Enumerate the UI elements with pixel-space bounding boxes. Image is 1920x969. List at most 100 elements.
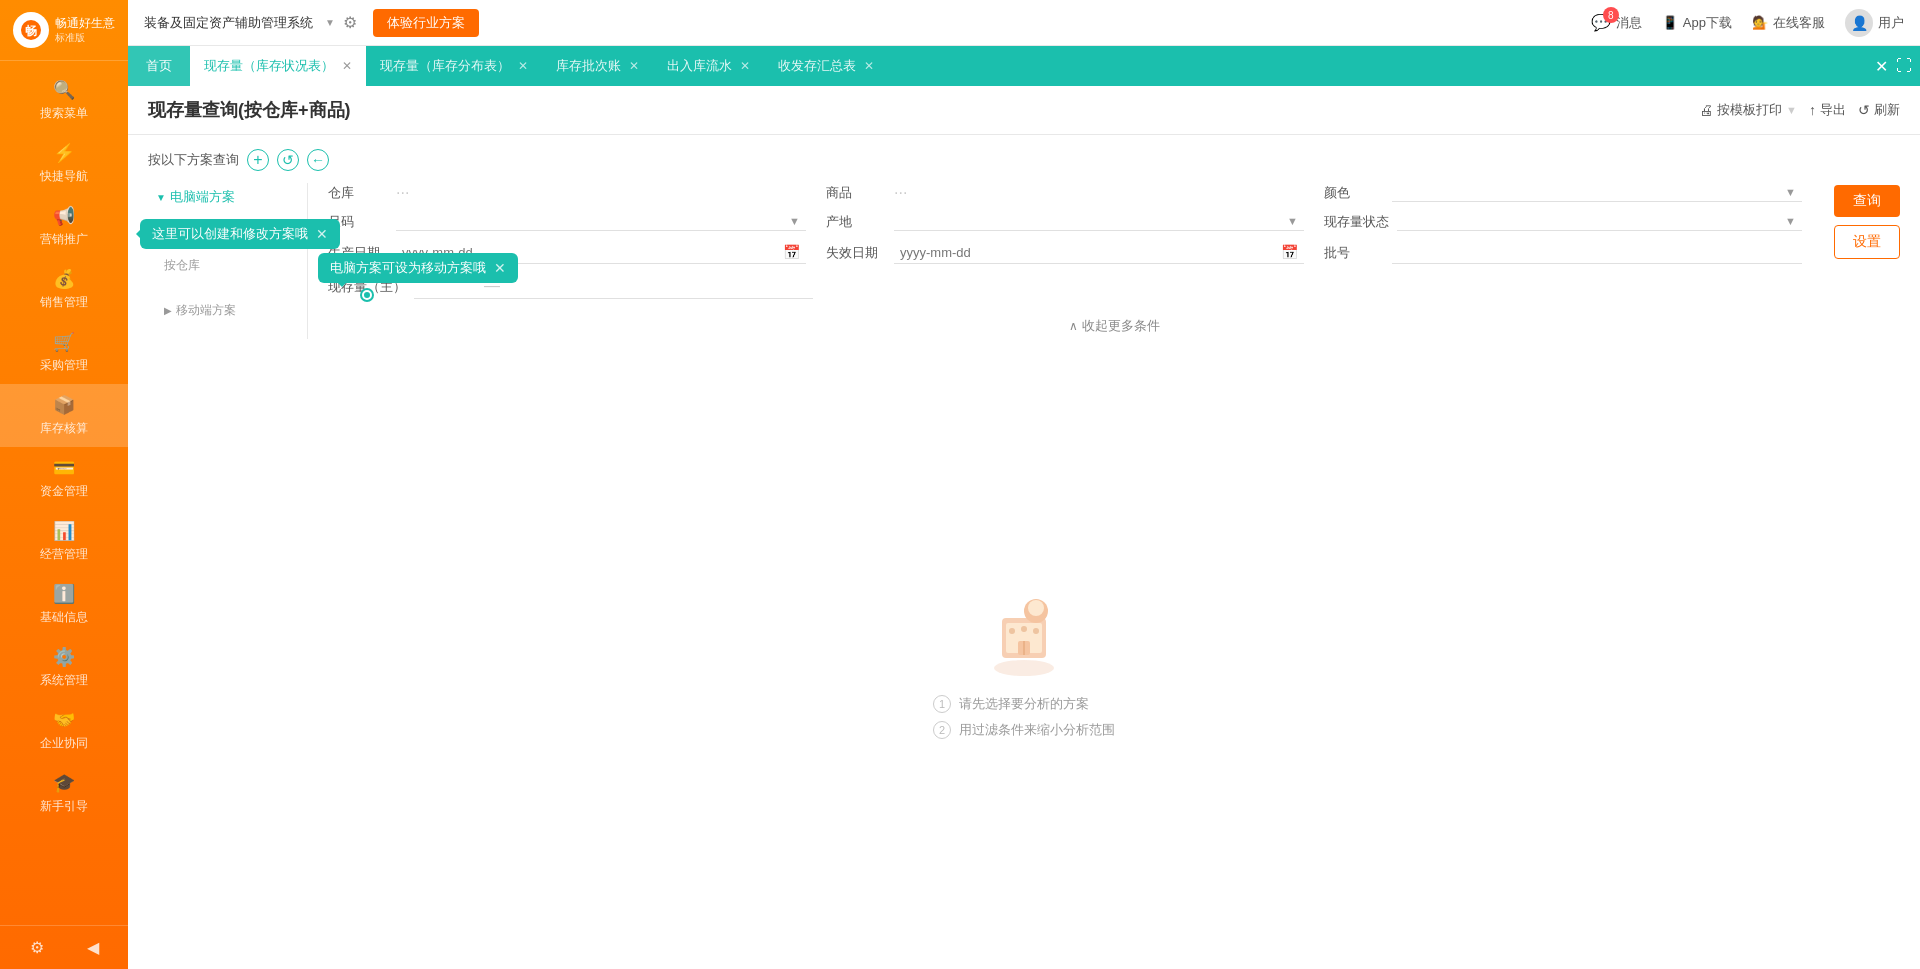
tab-summary[interactable]: 收发存汇总表 ✕: [764, 46, 888, 86]
filter-back-btn[interactable]: ←: [307, 149, 329, 171]
filter-collapse-btn[interactable]: ∧ 收起更多条件: [1069, 317, 1160, 335]
exp-date-input[interactable]: [900, 245, 1281, 260]
exp-date-calendar-icon[interactable]: 📅: [1281, 244, 1298, 260]
empty-step1-text: 请先选择要分析的方案: [959, 695, 1089, 713]
user-btn[interactable]: 👤 用户: [1845, 9, 1904, 37]
inventory-icon: 📦: [53, 394, 75, 416]
purchase-icon: 🛒: [53, 331, 75, 353]
scheme-mobile-label: 移动端方案: [176, 302, 236, 319]
filter-field-warehouse: 仓库 ···: [328, 183, 806, 202]
sidebar-item-guide[interactable]: 🎓 新手引导: [0, 762, 128, 825]
settings-bottom-btn[interactable]: ⚙: [30, 938, 44, 957]
connector-dot-wrapper: [362, 290, 372, 300]
scheme-mobile-item[interactable]: ▶ 移动端方案: [148, 298, 299, 323]
topbar: 装备及固定资产辅助管理系统 ▼ ⚙ 体验行业方案 💬 8 消息 📱 App下载 …: [128, 0, 1920, 46]
sidebar-item-system[interactable]: ⚙️ 系统管理: [0, 636, 128, 699]
basic-info-icon: ℹ️: [53, 583, 75, 605]
prod-date-calendar-icon[interactable]: 📅: [783, 244, 800, 260]
sidebar-item-purchase[interactable]: 🛒 采购管理: [0, 321, 128, 384]
filter-refresh-btn[interactable]: ↺: [277, 149, 299, 171]
filter-row-3: 生产日期 📅 失效日期: [328, 241, 1802, 264]
empty-state: 1 请先选择要分析的方案 2 用过滤条件来缩小分析范围: [933, 523, 1115, 799]
tab-close-icon[interactable]: ✕: [518, 59, 528, 73]
tooltip2-close[interactable]: ✕: [316, 226, 328, 242]
app-download-btn[interactable]: 📱 App下载: [1662, 14, 1732, 32]
empty-illustration: [974, 583, 1074, 683]
tooltip-scheme-mobile: 电脑方案可设为移动方案哦 ✕: [318, 253, 518, 283]
management-icon: 📊: [53, 520, 75, 542]
tab-batch-account[interactable]: 库存批次账 ✕: [542, 46, 653, 86]
tab-home[interactable]: 首页: [128, 46, 190, 86]
system-title-select[interactable]: 装备及固定资产辅助管理系统 ▼: [144, 14, 335, 32]
refresh-btn[interactable]: ↺ 刷新: [1858, 101, 1900, 119]
svg-text:畅: 畅: [25, 24, 37, 38]
tooltip1-close[interactable]: ✕: [494, 260, 506, 276]
batch-no-input[interactable]: [1392, 242, 1802, 264]
filter-add-btn[interactable]: +: [247, 149, 269, 171]
sidebar-item-sales[interactable]: 💰 销售管理: [0, 258, 128, 321]
scheme-warehouse-item[interactable]: 按仓库: [148, 253, 299, 278]
stock-status-select[interactable]: ▼: [1397, 212, 1802, 231]
sidebar-item-label: 经营管理: [40, 546, 88, 563]
collapse-label: 收起更多条件: [1082, 317, 1160, 335]
sidebar-item-inventory[interactable]: 📦 库存核算: [0, 384, 128, 447]
sidebar-item-label: 资金管理: [40, 483, 88, 500]
scheme-desktop-item[interactable]: ▼ 电脑端方案: [148, 183, 299, 211]
empty-step2-row: 2 用过滤条件来缩小分析范围: [933, 721, 1115, 739]
stock-status-label: 现存量状态: [1324, 213, 1389, 231]
filter-label: 按以下方案查询: [148, 151, 239, 169]
exp-date-label: 失效日期: [826, 244, 886, 262]
svg-point-6: [1028, 600, 1044, 616]
tab-close-icon[interactable]: ✕: [740, 59, 750, 73]
tab-close-icon[interactable]: ✕: [342, 59, 352, 73]
tab-close-icon[interactable]: ✕: [864, 59, 874, 73]
sidebar-item-nav[interactable]: ⚡ 快捷导航: [0, 132, 128, 195]
tab-label: 现存量（库存分布表）: [380, 57, 510, 75]
sidebar-item-label: 采购管理: [40, 357, 88, 374]
empty-step2-num: 2: [933, 721, 951, 739]
warehouse-dots[interactable]: ···: [396, 184, 409, 202]
user-avatar: 👤: [1845, 9, 1873, 37]
origin-select[interactable]: ▼: [894, 212, 1304, 231]
sidebar-item-finance[interactable]: 💳 资金管理: [0, 447, 128, 510]
sidebar-item-label: 系统管理: [40, 672, 88, 689]
color-select[interactable]: ▼: [1392, 183, 1802, 202]
search-button[interactable]: 查询: [1834, 185, 1900, 217]
connector-dot: [362, 290, 372, 300]
marketing-icon: 📢: [53, 205, 75, 227]
export-btn[interactable]: ↑ 导出: [1809, 101, 1846, 119]
size-select[interactable]: ▼: [396, 212, 806, 231]
fields-wrapper: 仓库 ··· 商品 ··· 颜色: [328, 183, 1900, 309]
message-badge: 8: [1603, 7, 1619, 23]
tab-inventory-status[interactable]: 现存量（库存状况表） ✕: [190, 46, 366, 86]
filter-field-goods: 商品 ···: [826, 183, 1304, 202]
topbar-gear-icon[interactable]: ⚙: [343, 13, 357, 32]
tab-inventory-dist[interactable]: 现存量（库存分布表） ✕: [366, 46, 542, 86]
app-download-icon: 📱: [1662, 15, 1678, 30]
tab-close-icon[interactable]: ✕: [629, 59, 639, 73]
tabbar-close-btn[interactable]: ✕: [1875, 57, 1888, 76]
sidebar-item-marketing[interactable]: 📢 营销推广: [0, 195, 128, 258]
empty-step2-text: 用过滤条件来缩小分析范围: [959, 721, 1115, 739]
industry-btn[interactable]: 体验行业方案: [373, 9, 479, 37]
print-arrow: ▼: [1786, 104, 1797, 116]
sidebar-item-label: 新手引导: [40, 798, 88, 815]
filter-field-color: 颜色 ▼: [1324, 183, 1802, 202]
online-service-btn[interactable]: 💁 在线客服: [1752, 14, 1825, 32]
goods-dots[interactable]: ···: [894, 184, 907, 202]
reset-button[interactable]: 设置: [1834, 225, 1900, 259]
sidebar-item-basic-info[interactable]: ℹ️ 基础信息: [0, 573, 128, 636]
sidebar-item-cooperation[interactable]: 🤝 企业协同: [0, 699, 128, 762]
sidebar-item-search[interactable]: 🔍 搜索菜单: [0, 69, 128, 132]
exp-date-input-wrapper: 📅: [894, 241, 1304, 264]
print-btn[interactable]: 🖨 按模板打印 ▼: [1699, 101, 1797, 119]
collapse-sidebar-btn[interactable]: ◀: [87, 938, 99, 957]
tab-home-label: 首页: [146, 57, 172, 75]
tabbar-expand-btn[interactable]: ⛶: [1896, 57, 1912, 75]
sidebar-item-management[interactable]: 📊 经营管理: [0, 510, 128, 573]
sidebar-item-label: 基础信息: [40, 609, 88, 626]
tab-inout-flow[interactable]: 出入库流水 ✕: [653, 46, 764, 86]
message-btn[interactable]: 💬 8 消息: [1591, 13, 1642, 32]
page-content: 现存量查询(按仓库+商品) 🖨 按模板打印 ▼ ↑ 导出 ↺ 刷新: [128, 86, 1920, 969]
filter-field-origin: 产地 ▼: [826, 212, 1304, 231]
